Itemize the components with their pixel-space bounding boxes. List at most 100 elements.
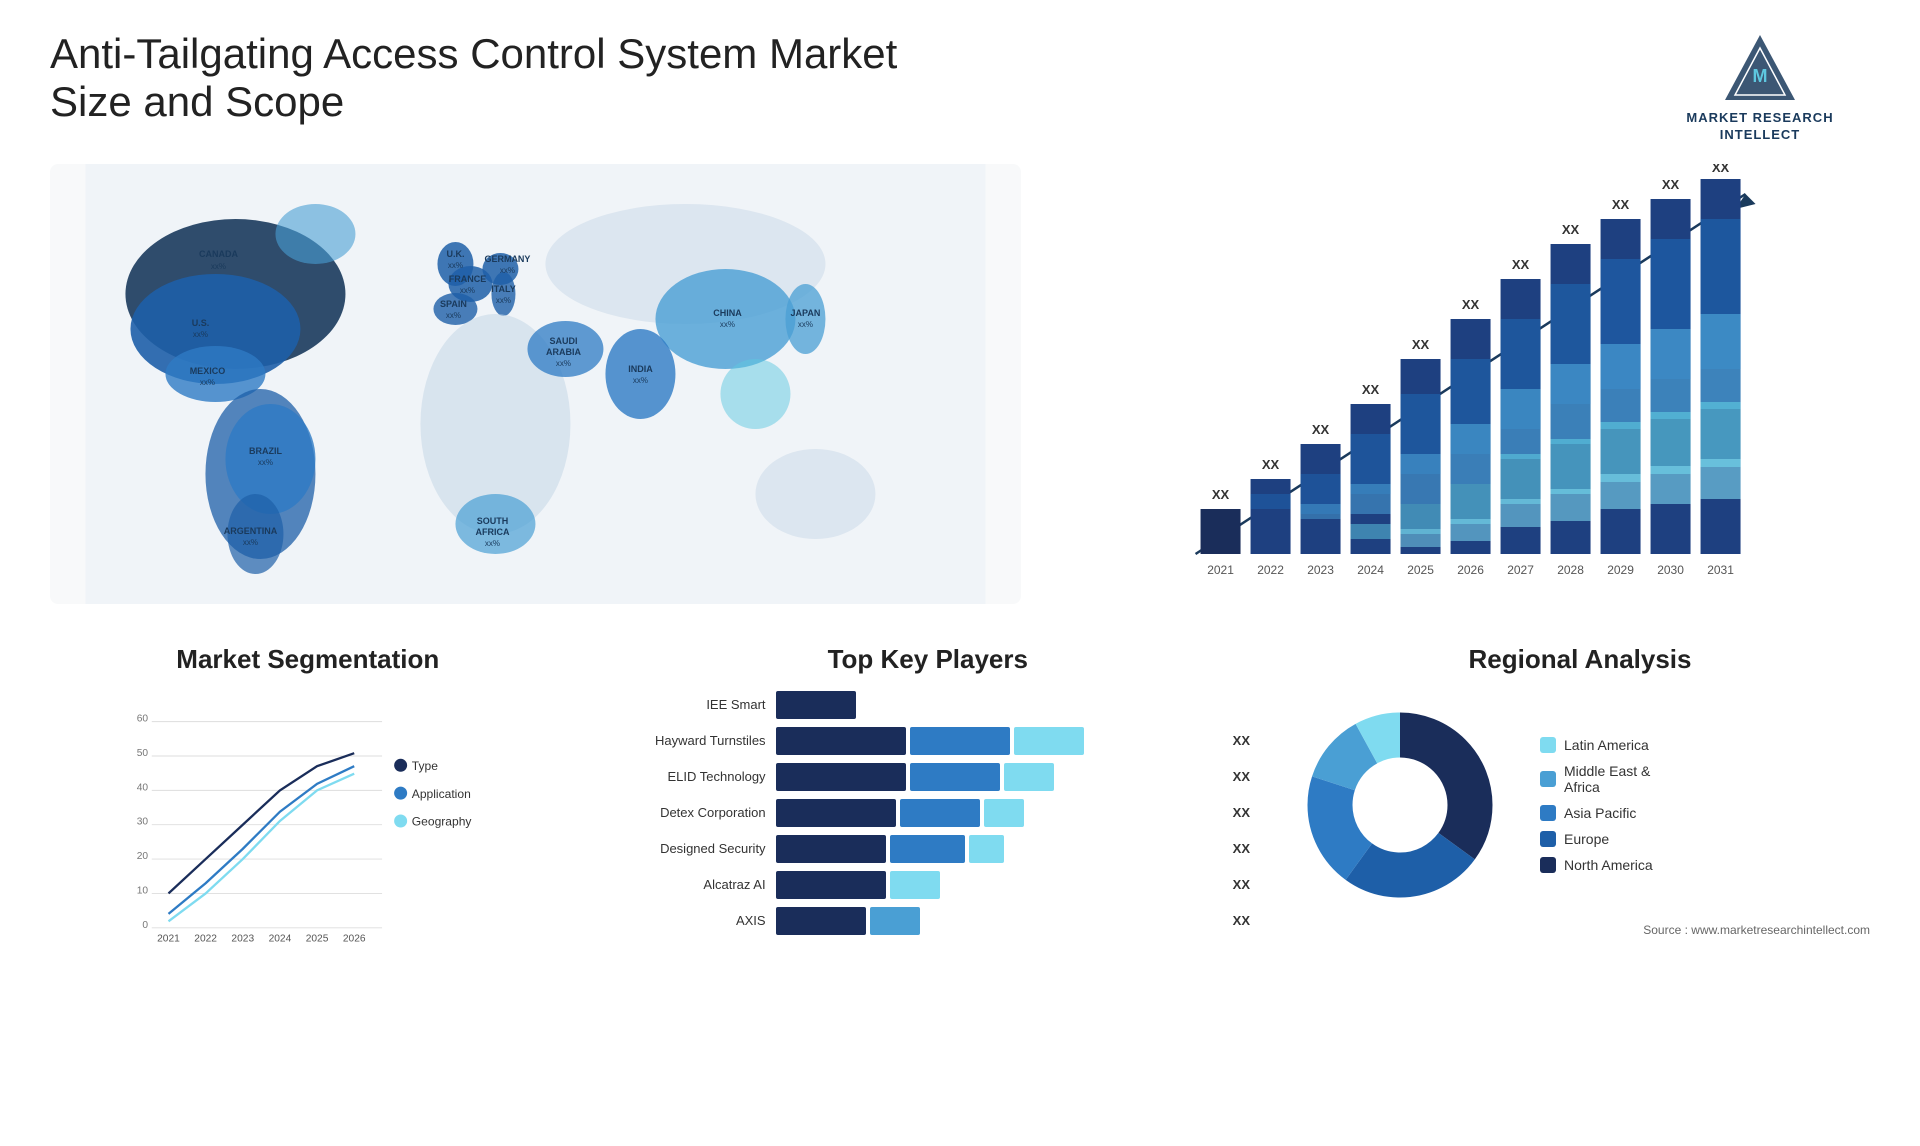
bar-2021-seg1 (1200, 509, 1240, 554)
svg-text:XX: XX (1712, 164, 1730, 175)
segmentation-section: Market Segmentation 0 10 20 30 40 50 60 (50, 644, 566, 1064)
svg-text:XX: XX (1462, 297, 1480, 312)
svg-text:2024: 2024 (1357, 563, 1384, 577)
china-label: CHINA (713, 308, 742, 318)
southafrica-label: SOUTH (477, 516, 509, 526)
svg-text:XX: XX (1512, 257, 1530, 272)
player-name-alcatraz: Alcatraz AI (606, 877, 766, 892)
world-map-svg: CANADA xx% U.S. xx% MEXICO xx% BRAZIL xx… (50, 164, 1021, 604)
svg-text:10: 10 (137, 885, 149, 896)
svg-text:2031: 2031 (1707, 563, 1734, 577)
legend-color (1540, 831, 1556, 847)
svg-text:XX: XX (1362, 382, 1380, 397)
source-text: Source : www.marketresearchintellect.com (1290, 923, 1870, 937)
legend-north-america: North America (1540, 857, 1653, 873)
saudi-label: SAUDI (549, 336, 577, 346)
svg-text:60: 60 (137, 713, 149, 724)
svg-text:20: 20 (137, 851, 149, 862)
india-label: INDIA (628, 364, 653, 374)
argentina-value: xx% (243, 538, 258, 547)
legend-latin-america: Latin America (1540, 737, 1653, 753)
player-row-hayward: Hayward Turnstiles XX (606, 727, 1250, 755)
top-section: CANADA xx% U.S. xx% MEXICO xx% BRAZIL xx… (50, 164, 1870, 604)
legend-color (1540, 805, 1556, 821)
france-value: xx% (460, 286, 475, 295)
legend-mea: Middle East &Africa (1540, 763, 1653, 795)
player-name-hayward: Hayward Turnstiles (606, 733, 766, 748)
brazil-value: xx% (258, 458, 273, 467)
mexico-label: MEXICO (190, 366, 226, 376)
player-row-elid: ELID Technology XX (606, 763, 1250, 791)
legend-color (1540, 857, 1556, 873)
svg-text:XX: XX (1212, 487, 1230, 502)
japan-value: xx% (798, 320, 813, 329)
player-name-axis: AXIS (606, 913, 766, 928)
player-name-iee: IEE Smart (606, 697, 766, 712)
bar-seg (984, 799, 1024, 827)
canada-value: xx% (211, 262, 226, 271)
player-bar-axis (776, 907, 1219, 935)
map-container: CANADA xx% U.S. xx% MEXICO xx% BRAZIL xx… (50, 164, 1021, 604)
svg-text:2021: 2021 (157, 933, 180, 944)
player-xx: XX (1233, 769, 1250, 784)
regional-section: Regional Analysis (1290, 644, 1870, 1064)
brazil-label: BRAZIL (249, 446, 282, 456)
regional-title: Regional Analysis (1290, 644, 1870, 675)
southafrica-label2: AFRICA (475, 527, 509, 537)
player-row-alcatraz: Alcatraz AI XX (606, 871, 1250, 899)
player-name-elid: ELID Technology (606, 769, 766, 784)
player-row-detex: Detex Corporation XX (606, 799, 1250, 827)
bar-seg (890, 835, 965, 863)
svg-text:XX: XX (1412, 337, 1430, 352)
svg-text:0: 0 (142, 920, 148, 931)
key-players-section: Top Key Players IEE Smart Hayward Turnst… (606, 644, 1250, 1064)
argentina-label: ARGENTINA (224, 526, 278, 536)
legend-label: Asia Pacific (1564, 805, 1636, 821)
logo-area: M MARKET RESEARCH INTELLECT (1650, 30, 1870, 144)
player-bar-elid (776, 763, 1219, 791)
svg-text:2022: 2022 (194, 933, 217, 944)
germany-label: GERMANY (484, 254, 530, 264)
france-label: FRANCE (449, 274, 487, 284)
legend-label: Europe (1564, 831, 1609, 847)
donut-legend: Latin America Middle East &Africa Asia P… (1540, 737, 1653, 873)
svg-text:2025: 2025 (306, 933, 329, 944)
bar-seg (890, 871, 940, 899)
svg-text:2027: 2027 (1507, 563, 1534, 577)
bar-seg (776, 763, 906, 791)
bar-seg (910, 727, 1010, 755)
bar-seg (870, 907, 920, 935)
svg-text:2023: 2023 (1307, 563, 1334, 577)
player-bar-alcatraz (776, 871, 1219, 899)
svg-text:50: 50 (137, 748, 149, 759)
page-container: Anti-Tailgating Access Control System Ma… (0, 0, 1920, 1146)
svg-text:XX: XX (1612, 197, 1630, 212)
player-name-designed: Designed Security (606, 841, 766, 856)
bar-seg (776, 799, 896, 827)
svg-text:30: 30 (137, 816, 149, 827)
svg-text:2025: 2025 (1407, 563, 1434, 577)
player-row-axis: AXIS XX (606, 907, 1250, 935)
player-xx: XX (1233, 805, 1250, 820)
svg-text:XX: XX (1312, 422, 1330, 437)
legend-color (1540, 737, 1556, 753)
legend-label: North America (1564, 857, 1653, 873)
players-list: IEE Smart Hayward Turnstiles XX (606, 691, 1250, 935)
svg-text:2026: 2026 (1457, 563, 1484, 577)
bar-chart-container: XX XX XX XX (1061, 164, 1870, 604)
bar-seg (1004, 763, 1054, 791)
svg-text:40: 40 (137, 782, 149, 793)
mexico-value: xx% (200, 378, 215, 387)
svg-text:Geography: Geography (412, 814, 472, 828)
player-xx: XX (1233, 733, 1250, 748)
logo-text: MARKET RESEARCH INTELLECT (1650, 110, 1870, 144)
logo-icon: M (1720, 30, 1800, 110)
svg-text:2021: 2021 (1207, 563, 1234, 577)
svg-text:XX: XX (1562, 222, 1580, 237)
spain-value: xx% (446, 311, 461, 320)
header: Anti-Tailgating Access Control System Ma… (50, 30, 1870, 144)
svg-text:2026: 2026 (343, 933, 366, 944)
uk-value: xx% (448, 261, 463, 270)
canada-label: CANADA (199, 249, 238, 259)
germany-value: xx% (500, 266, 515, 275)
